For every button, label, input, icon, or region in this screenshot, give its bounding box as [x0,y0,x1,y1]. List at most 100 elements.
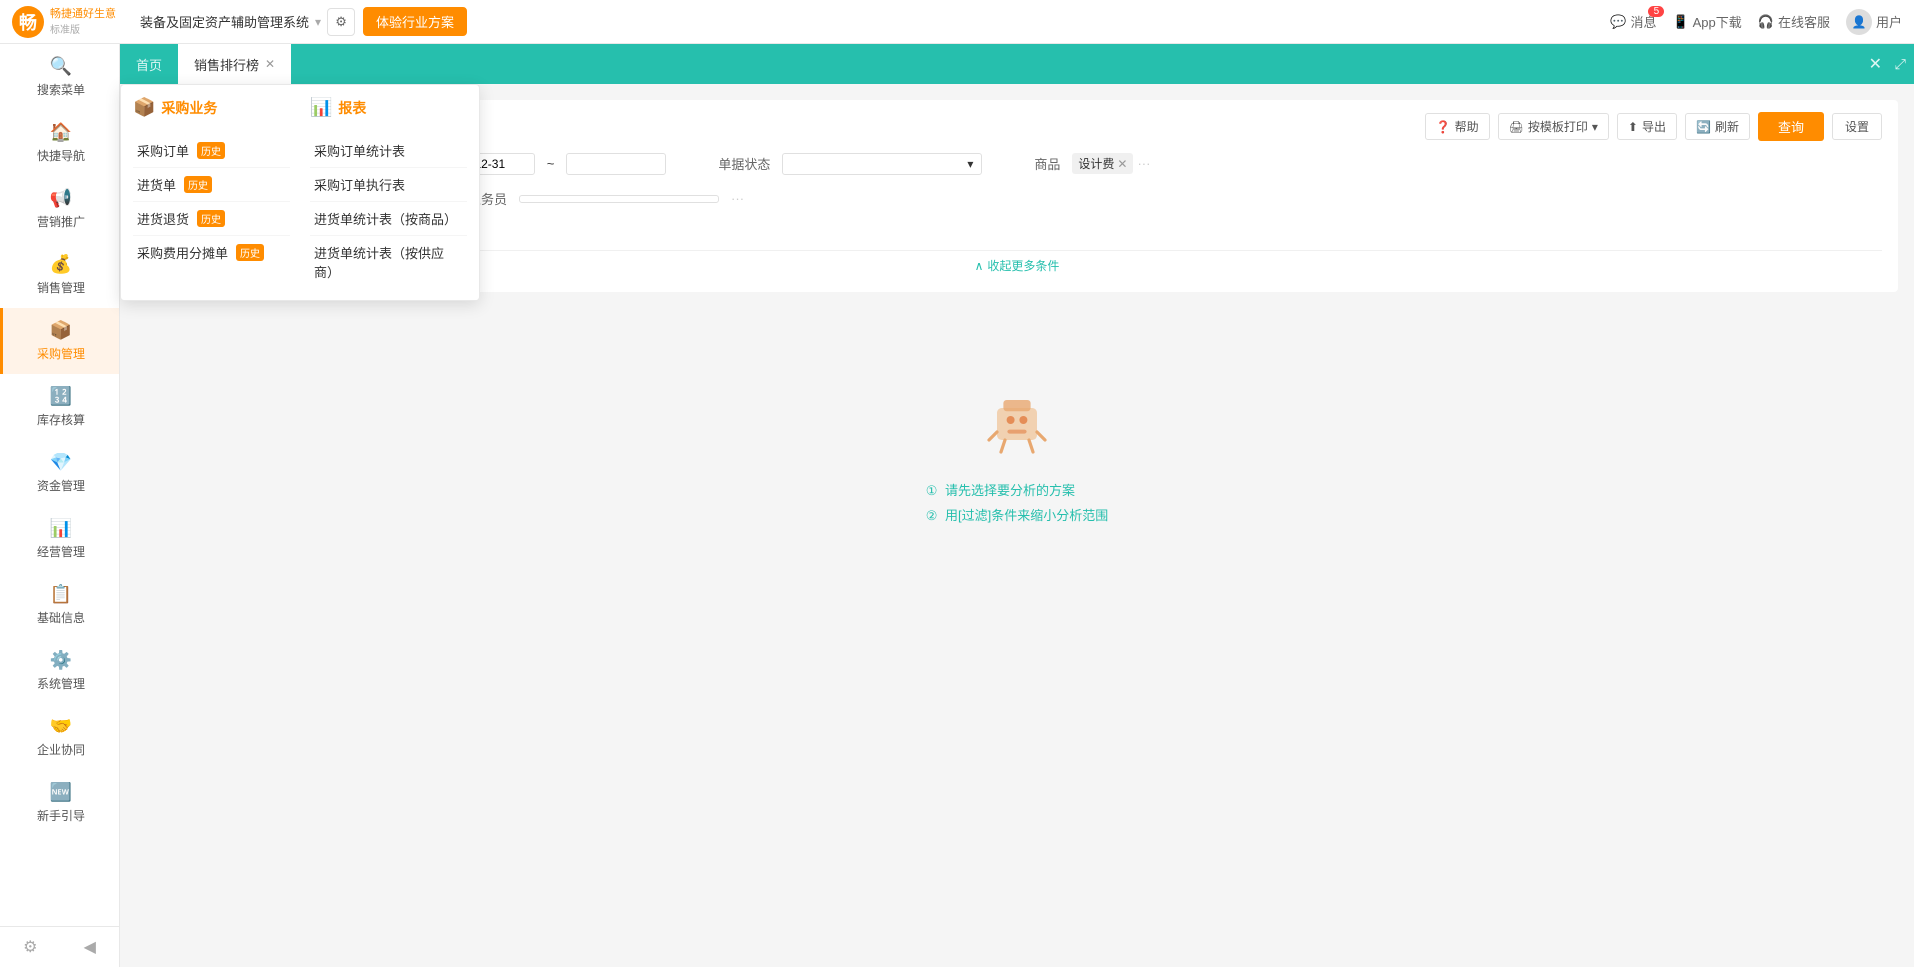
sidebar-item-label: 搜索菜单 [37,81,85,98]
goods-tag: 设计费 ✕ [1072,153,1133,174]
export-btn[interactable]: ⬆ 导出 [1617,113,1677,140]
date-separator: ~ [547,156,555,171]
history-tag: 历史 [197,210,225,227]
sidebar-item-purchase[interactable]: 📦 采购管理 [0,308,119,374]
date-end-input[interactable] [566,153,666,175]
industry-button[interactable]: 体验行业方案 [363,7,467,36]
query-button[interactable]: 查询 [1758,112,1824,141]
sidebar-item-guide[interactable]: 🆕 新手引导 [0,770,119,836]
export-label: 导出 [1642,118,1666,135]
system-name: 装备及固定资产辅助管理系统 ▾ [140,12,321,31]
calc-icon: 🔢 [50,386,72,407]
tab-sales-rank[interactable]: 销售排行榜 ✕ [178,44,291,84]
history-tag: 历史 [197,142,225,159]
menu-item-goods-return[interactable]: 进货退货 历史 [133,202,290,236]
sidebar-item-system[interactable]: ⚙️ 系统管理 [0,638,119,704]
sidebar-item-label: 快捷导航 [37,147,85,164]
sidebar-item-basic-info[interactable]: 📋 基础信息 [0,572,119,638]
app-download-btn[interactable]: 📱 App下载 [1672,12,1741,31]
messages-badge: 5 [1648,6,1664,17]
goods-more-btn[interactable]: ··· [1137,156,1150,171]
sidebar-collapse-btn[interactable]: ◀ [84,937,96,957]
sidebar-item-inventory[interactable]: 🔢 库存核算 [0,374,119,440]
logo-icon: 畅 [12,6,44,38]
refresh-label: 刷新 [1715,118,1739,135]
sidebar-item-label: 系统管理 [37,675,85,692]
tip2-text: 用[过滤]条件来缩小分析范围 [945,508,1108,523]
print-btn[interactable]: 🖨 按模板打印 ▾ [1498,113,1609,140]
menu-item-label: 采购订单统计表 [314,141,405,160]
menu-item-purchase-expense[interactable]: 采购费用分摊单 历史 [133,236,290,269]
purchase-section-title: 📦 采购业务 [133,97,290,124]
sidebar-item-quick-nav[interactable]: 🏠 快捷导航 [0,110,119,176]
goods-tag-remove[interactable]: ✕ [1117,157,1127,171]
handshake-icon: 🤝 [50,716,72,737]
expand-tab-btn[interactable]: ⤢ [1895,56,1906,73]
sidebar-item-marketing[interactable]: 📢 营销推广 [0,176,119,242]
close-all-tabs-btn[interactable]: ✕ [1869,54,1882,74]
sidebar: 🔍 搜索菜单 🏠 快捷导航 📢 营销推广 💰 销售管理 📦 采购管理 🔢 库存核… [0,44,120,967]
online-service-btn[interactable]: 🎧 在线客服 [1758,12,1830,31]
sidebar-item-label: 营销推广 [37,213,85,230]
tab-home-label: 首页 [136,55,162,74]
settings-button[interactable]: 设置 [1832,113,1882,140]
headset-icon: 🎧 [1758,14,1774,30]
sidebar-item-search[interactable]: 🔍 搜索菜单 [0,44,119,110]
phone-icon: 📱 [1672,14,1688,30]
home-icon: 🏠 [50,122,72,143]
tabbar: 首页 销售排行榜 ✕ ✕ ⤢ [120,44,1914,84]
report-section: 📊 报表 采购订单统计表 采购订单执行表 进货单统计表（按商品） 进货单统计表（… [310,97,467,288]
menu-item-label: 进货单统计表（按商品） [314,209,457,228]
refresh-btn[interactable]: 🔄 刷新 [1685,113,1750,140]
sidebar-item-sales[interactable]: 💰 销售管理 [0,242,119,308]
export-icon: ⬆ [1628,120,1638,134]
sidebar-item-label: 企业协同 [37,741,85,758]
history-tag: 历史 [236,244,264,261]
sidebar-item-label: 经营管理 [37,543,85,560]
menu-item-label: 进货单统计表（按供应商） [314,243,463,281]
sidebar-item-operation[interactable]: 📊 经营管理 [0,506,119,572]
menu-item-purchase-order-stat[interactable]: 采购订单统计表 [310,134,467,168]
sidebar-item-capital[interactable]: 💎 资金管理 [0,440,119,506]
goods-tag-text: 设计费 [1078,155,1114,172]
messages-btn[interactable]: 💬 消息 5 [1610,12,1656,31]
menu-item-label: 进货单 [137,175,176,194]
sidebar-item-label: 库存核算 [37,411,85,428]
report-section-icon: 📊 [310,97,332,118]
menu-item-purchase-order-exec[interactable]: 采购订单执行表 [310,168,467,202]
salesman-select[interactable] [519,195,719,203]
print-label: 按模板打印 [1528,118,1588,135]
help-label: 帮助 [1455,118,1479,135]
menu-item-purchase-order[interactable]: 采购订单 历史 [133,134,290,168]
sidebar-item-label: 采购管理 [37,345,85,362]
diamond-icon: 💎 [50,452,72,473]
menu-item-goods-receipt[interactable]: 进货单 历史 [133,168,290,202]
menu-item-goods-stat-by-supplier[interactable]: 进货单统计表（按供应商） [310,236,467,288]
empty-tip-1: ① 请先选择要分析的方案 [926,480,1109,499]
salesman-more-btn[interactable]: ··· [731,191,744,206]
help-btn[interactable]: ❓ 帮助 [1425,113,1490,140]
tab-home[interactable]: 首页 [120,44,178,84]
collapse-label: 收起更多条件 [987,257,1059,274]
search-icon: 🔍 [50,56,72,77]
purchase-section-icon: 📦 [133,97,155,118]
history-tag: 历史 [184,176,212,193]
tab-sales-rank-label: 销售排行榜 [194,55,259,74]
bill-status-arrow: ▾ [967,157,973,171]
user-btn[interactable]: 👤 用户 [1846,9,1902,35]
dropdown-menu: 📦 采购业务 采购订单 历史 进货单 历史 进货退货 历史 采购费用分摊单 历史… [120,84,480,301]
bill-status-select[interactable]: ▾ [782,153,982,175]
sidebar-item-cooperation[interactable]: 🤝 企业协同 [0,704,119,770]
sidebar-settings-btn[interactable]: ⚙ [23,937,37,957]
avatar: 👤 [1846,9,1872,35]
bill-status-label: 单据状态 [718,154,770,173]
menu-item-goods-stat-by-product[interactable]: 进货单统计表（按商品） [310,202,467,236]
system-dropdown-arrow[interactable]: ▾ [315,15,321,29]
gear-button[interactable]: ⚙ [327,8,355,36]
logo-sub: 标准版 [50,21,116,36]
tip1-bullet: ① [926,483,938,498]
sidebar-item-label: 销售管理 [37,279,85,296]
close-tab-icon[interactable]: ✕ [265,57,275,71]
clipboard-icon: 📋 [50,584,72,605]
logo-text: 畅捷通好生意 [50,7,116,21]
